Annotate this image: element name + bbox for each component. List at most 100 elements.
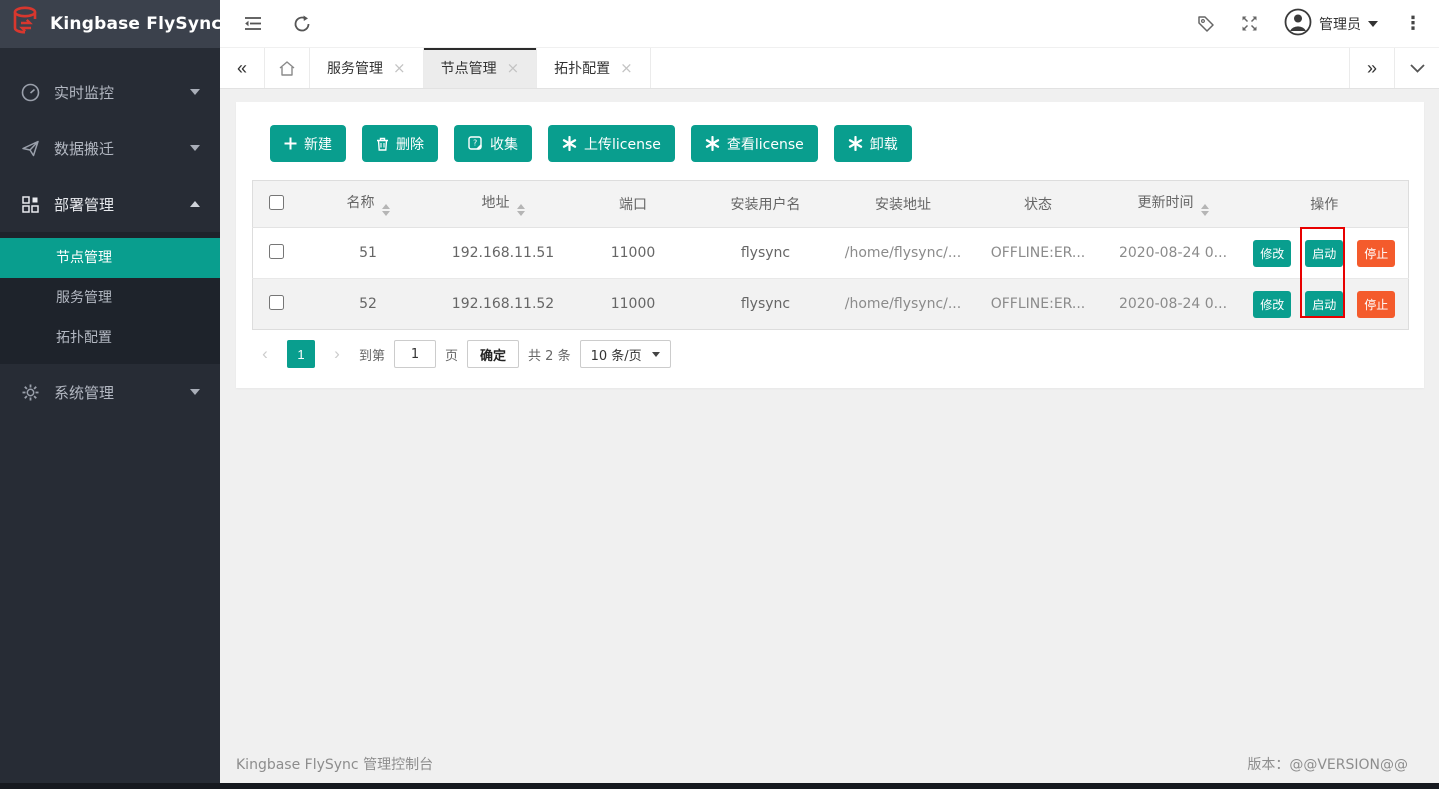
chevron-down-icon (190, 389, 200, 395)
topbar: 管理员 ⋮ (220, 0, 1439, 48)
tab-topology-config[interactable]: 拓扑配置 × (537, 48, 651, 88)
scroll-tabs-left-icon[interactable]: « (220, 48, 265, 88)
database-sync-logo-icon (12, 6, 40, 42)
asterisk-icon (705, 136, 720, 151)
stop-button[interactable]: 停止 (1357, 290, 1396, 318)
page-number-button[interactable]: 1 (287, 340, 315, 368)
tag-icon[interactable] (1197, 15, 1215, 33)
chevron-down-icon (190, 145, 200, 151)
sidebar-nav: 实时监控 数据搬迁 部署管理 节点管理 服务管理 拓扑配置 系统管理 (0, 48, 220, 420)
cell-install-user: flysync (695, 278, 836, 330)
main-area: 管理员 ⋮ « 服务管理 × 节点管理 × 拓扑配置 × » 新建 删除 ? 收… (220, 0, 1439, 789)
cell-port: 11000 (570, 278, 696, 330)
cell-install-path: /home/flysync/... (835, 278, 971, 330)
sidebar-item-service-management[interactable]: 服务管理 (0, 278, 220, 318)
new-button[interactable]: 新建 (270, 125, 346, 162)
refresh-icon[interactable] (293, 15, 311, 33)
prev-page-icon[interactable]: ‹ (252, 340, 278, 368)
cell-name: 51 (359, 245, 377, 261)
fullscreen-icon[interactable] (1241, 15, 1258, 32)
row-checkbox[interactable] (269, 243, 285, 259)
tab-node-management[interactable]: 节点管理 × (423, 48, 538, 88)
close-tab-icon[interactable]: × (393, 59, 406, 77)
goto-page-input[interactable] (394, 340, 437, 368)
tab-label: 服务管理 (327, 61, 383, 77)
sort-icon[interactable] (1200, 204, 1209, 216)
cell-install-path: /home/flysync/... (844, 245, 962, 261)
sidebar-item-topology-config[interactable]: 拓扑配置 (0, 318, 220, 358)
start-button[interactable]: 启动 (1305, 290, 1344, 318)
cell-install-user: flysync (740, 245, 791, 261)
next-page-icon[interactable]: › (324, 340, 350, 368)
goto-label: 到第 (359, 348, 386, 364)
table-row: 51 192.168.11.51 11000 flysync /home/fly… (253, 228, 1409, 279)
start-button[interactable]: 启动 (1305, 239, 1344, 267)
home-tab-icon[interactable] (265, 48, 310, 88)
trash-icon (376, 137, 389, 151)
collect-button[interactable]: ? 收集 (454, 125, 532, 162)
stop-button[interactable]: 停止 (1357, 239, 1396, 267)
chevron-down-icon (1368, 20, 1378, 27)
cell-updated: 2020-08-24 0... (1118, 245, 1228, 261)
sidebar-item-system-management[interactable]: 系统管理 (0, 364, 220, 420)
collapse-sidebar-icon[interactable] (243, 15, 263, 32)
column-header-port: 端口 (570, 180, 696, 228)
cell-status: OFFLINE:ER... (970, 278, 1106, 330)
sidebar-item-node-management[interactable]: 节点管理 (0, 238, 220, 278)
sort-icon[interactable] (516, 204, 525, 216)
row-checkbox[interactable] (269, 294, 285, 310)
cell-port: 11000 (610, 245, 656, 261)
upload-license-button[interactable]: 上传license (548, 125, 675, 162)
collect-form-icon: ? (468, 136, 483, 151)
scroll-tabs-right-icon[interactable]: » (1349, 48, 1394, 88)
cell-address: 192.168.11.52 (435, 278, 571, 330)
sidebar-item-realtime-monitor[interactable]: 实时监控 (0, 64, 220, 120)
sidebar-item-label: 系统管理 (54, 383, 115, 402)
sort-icon[interactable] (381, 204, 390, 216)
asterisk-icon (848, 136, 863, 151)
tab-spacer (651, 48, 1349, 88)
close-tab-icon[interactable]: × (507, 59, 520, 77)
user-menu[interactable]: 管理员 (1284, 8, 1378, 40)
cell-updated: 2020-08-24 0... (1105, 278, 1241, 330)
tab-options-chevron-icon[interactable] (1394, 48, 1439, 88)
sidebar-item-data-migration[interactable]: 数据搬迁 (0, 120, 220, 176)
content-area: 新建 删除 ? 收集 上传license 查看license 卸载 名称 地址 … (220, 89, 1439, 789)
chevron-up-icon (190, 201, 200, 207)
footer-version: 版本：@@VERSION@@ (1247, 757, 1408, 773)
cell-status: OFFLINE:ER... (990, 245, 1086, 261)
sidebar-item-label: 部署管理 (54, 195, 115, 214)
select-all-cell (252, 180, 301, 228)
sidebar-item-label: 数据搬迁 (54, 139, 115, 158)
modify-button[interactable]: 修改 (1253, 290, 1292, 318)
uninstall-button[interactable]: 卸载 (833, 125, 912, 162)
view-license-button[interactable]: 查看license (690, 125, 818, 162)
modify-button[interactable]: 修改 (1253, 239, 1292, 267)
column-header-install-path: 安装地址 (835, 180, 971, 228)
sidebar-item-deploy-management[interactable]: 部署管理 (0, 176, 220, 232)
node-management-panel: 新建 删除 ? 收集 上传license 查看license 卸载 名称 地址 … (236, 102, 1424, 388)
chevron-down-icon (651, 351, 660, 357)
row-actions: 修改 启动 停止 (1241, 290, 1409, 318)
tab-service-management[interactable]: 服务管理 × (310, 48, 424, 88)
column-header-address[interactable]: 地址 (435, 180, 571, 228)
delete-button[interactable]: 删除 (362, 125, 438, 162)
send-icon (20, 138, 40, 158)
cell-address: 192.168.11.51 (451, 245, 555, 261)
grid-icon (20, 194, 40, 214)
column-header-name[interactable]: 名称 (300, 180, 436, 228)
tab-bar: « 服务管理 × 节点管理 × 拓扑配置 × » (220, 48, 1439, 89)
tab-label: 节点管理 (440, 61, 497, 77)
page-size-select[interactable]: 10 条/页 (579, 340, 671, 368)
column-header-updated[interactable]: 更新时间 (1105, 180, 1241, 228)
footer: Kingbase FlySync 管理控制台 版本：@@VERSION@@ (220, 745, 1439, 783)
brand-title: Kingbase FlySync (50, 14, 222, 34)
select-all-checkbox[interactable] (269, 194, 285, 210)
close-tab-icon[interactable]: × (620, 59, 633, 77)
kebab-menu-icon[interactable]: ⋮ (1404, 14, 1422, 33)
confirm-page-button[interactable]: 确定 (467, 340, 520, 368)
total-count-label: 共 2 条 (528, 348, 571, 364)
sidebar-item-label: 实时监控 (54, 83, 115, 102)
nodes-table: 名称 地址 端口 安装用户名 安装地址 状态 更新时间 操作 51 192.16… (252, 180, 1409, 330)
table-header-row: 名称 地址 端口 安装用户名 安装地址 状态 更新时间 操作 (252, 180, 1409, 228)
